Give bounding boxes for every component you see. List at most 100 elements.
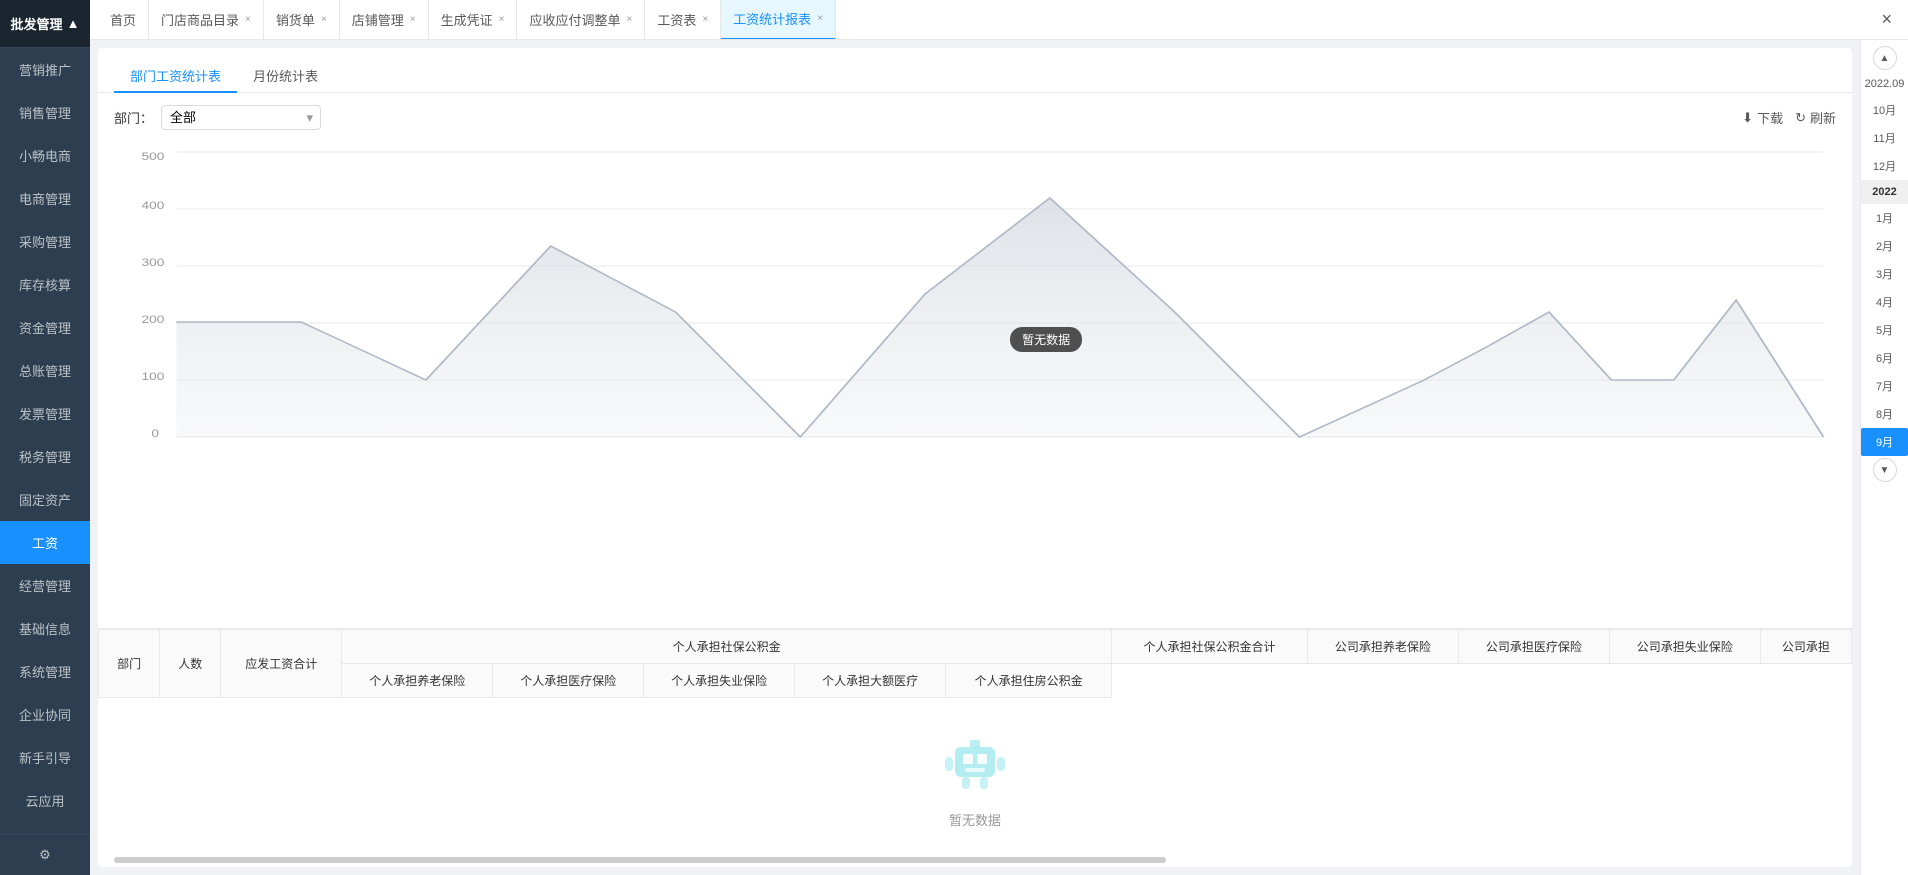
sidebar-item-系统管理[interactable]: 系统管理	[0, 650, 90, 693]
date-item-2022-09[interactable]: 2022.09	[1861, 72, 1908, 96]
col-group-personal: 个人承担社保公积金	[342, 630, 1112, 664]
no-data-section: 暂无数据	[98, 698, 1852, 853]
sidebar-item-资金管理[interactable]: 资金管理	[0, 306, 90, 349]
date-item-dec[interactable]: 12月	[1861, 152, 1908, 180]
date-nav-up[interactable]: ▲	[1873, 46, 1897, 70]
sub-tab-月份统计表[interactable]: 月份统计表	[237, 60, 334, 93]
stats-table: 部门 人数 应发工资合计 个人承担社保公积金 个人承担社保公积金合计 公司承担养…	[98, 629, 1852, 698]
svg-text:300: 300	[141, 256, 164, 268]
col-housing: 个人承担住房公积金	[946, 664, 1112, 698]
sidebar-item-云应用[interactable]: 云应用	[0, 779, 90, 822]
sidebar-item-采购管理[interactable]: 采购管理	[0, 220, 90, 263]
sidebar-item-工资[interactable]: 工资	[0, 521, 90, 564]
date-sidebar: ▲ 2022.09 10月 11月 12月 2022 1月 2月 3月 4月 5…	[1860, 40, 1908, 875]
dept-label: 部门：	[114, 108, 153, 127]
date-year-2022: 2022	[1861, 180, 1908, 204]
sidebar-item-新手引导[interactable]: 新手引导	[0, 736, 90, 779]
tab-工资表[interactable]: 工资表×	[645, 0, 721, 40]
col-company-other: 公司承担	[1760, 630, 1851, 664]
sidebar-item-小畅电商[interactable]: 小畅电商	[0, 134, 90, 177]
tab-bar: 首页门店商品目录×销货单×店铺管理×生成凭证×应收应付调整单×工资表×工资统计报…	[90, 0, 1908, 40]
download-label: 下载	[1757, 108, 1783, 127]
main-area: 首页门店商品目录×销货单×店铺管理×生成凭证×应收应付调整单×工资表×工资统计报…	[90, 0, 1908, 875]
sidebar-item-总账管理[interactable]: 总账管理	[0, 349, 90, 392]
content: 部门工资统计表月份统计表 部门： 全部 ⬇ 下载	[90, 40, 1908, 875]
close-all-tabs[interactable]: ×	[1873, 9, 1900, 30]
date-item-jun[interactable]: 6月	[1861, 344, 1908, 372]
toolbar-left: 部门： 全部	[114, 105, 321, 130]
sidebar-item-企业协同[interactable]: 企业协同	[0, 693, 90, 736]
date-item-apr[interactable]: 4月	[1861, 288, 1908, 316]
dept-select[interactable]: 全部	[161, 105, 321, 130]
sidebar-settings[interactable]: ⚙	[0, 834, 90, 875]
col-extra-medical: 个人承担大额医疗	[795, 664, 946, 698]
tab-销货单[interactable]: 销货单×	[264, 0, 340, 40]
tab-应收应付调整单[interactable]: 应收应付调整单×	[517, 0, 645, 40]
sub-tabs: 部门工资统计表月份统计表	[98, 48, 1852, 93]
sidebar-item-基础信息[interactable]: 基础信息	[0, 607, 90, 650]
col-medical: 个人承担医疗保险	[493, 664, 644, 698]
sidebar-item-经营管理[interactable]: 经营管理	[0, 564, 90, 607]
toolbar-right: ⬇ 下载 ↻ 刷新	[1742, 108, 1836, 127]
sidebar-item-销售管理[interactable]: 销售管理	[0, 91, 90, 134]
refresh-button[interactable]: ↻ 刷新	[1795, 108, 1836, 127]
date-item-mar[interactable]: 3月	[1861, 260, 1908, 288]
sidebar-item-固定资产[interactable]: 固定资产	[0, 478, 90, 521]
tab-close-icon[interactable]: ×	[321, 14, 327, 25]
refresh-label: 刷新	[1810, 108, 1836, 127]
chevron-up-icon: ▲	[67, 16, 80, 31]
date-item-nov[interactable]: 11月	[1861, 124, 1908, 152]
dept-select-wrapper: 全部	[161, 105, 321, 130]
date-nav-down[interactable]: ▼	[1873, 458, 1897, 482]
tab-close-icon[interactable]: ×	[626, 14, 632, 25]
sub-tab-部门工资统计表[interactable]: 部门工资统计表	[114, 60, 237, 93]
no-data-text: 暂无数据	[949, 810, 1001, 829]
tab-首页[interactable]: 首页	[98, 0, 149, 40]
sidebar-item-库存核算[interactable]: 库存核算	[0, 263, 90, 306]
sidebar-item-电商管理[interactable]: 电商管理	[0, 177, 90, 220]
col-company-unemp: 公司承担失业保险	[1609, 630, 1760, 664]
svg-text:100: 100	[141, 370, 164, 382]
page-content: 部门工资统计表月份统计表 部门： 全部 ⬇ 下载	[98, 48, 1852, 867]
close-icon: ×	[1881, 9, 1892, 30]
toolbar: 部门： 全部 ⬇ 下载 ↻ 刷新	[98, 93, 1852, 142]
tab-close-icon[interactable]: ×	[410, 14, 416, 25]
svg-text:0: 0	[151, 427, 159, 439]
tab-close-icon[interactable]: ×	[499, 14, 505, 25]
no-data-robot-icon	[935, 722, 1015, 802]
col-count: 人数	[160, 630, 221, 698]
svg-text:200: 200	[141, 313, 164, 325]
area-chart: 0 100 200 300 400 500	[114, 142, 1836, 442]
sidebar-header[interactable]: 批发管理 ▲	[0, 0, 90, 48]
date-item-oct[interactable]: 10月	[1861, 96, 1908, 124]
col-salary: 应发工资合计	[221, 630, 342, 698]
tab-生成凭证[interactable]: 生成凭证×	[429, 0, 518, 40]
date-item-jan[interactable]: 1月	[1861, 204, 1908, 232]
svg-text:500: 500	[141, 150, 164, 162]
col-company-medical: 公司承担医疗保险	[1458, 630, 1609, 664]
chart-area: 0 100 200 300 400 500	[98, 142, 1852, 628]
sidebar-item-税务管理[interactable]: 税务管理	[0, 435, 90, 478]
refresh-icon: ↻	[1795, 110, 1806, 126]
horizontal-scrollbar[interactable]	[114, 857, 1166, 863]
tab-店铺管理[interactable]: 店铺管理×	[340, 0, 429, 40]
tab-close-icon[interactable]: ×	[245, 14, 251, 25]
table-wrapper: 部门 人数 应发工资合计 个人承担社保公积金 个人承担社保公积金合计 公司承担养…	[98, 628, 1852, 867]
tab-close-icon[interactable]: ×	[702, 14, 708, 25]
gear-icon: ⚙	[39, 847, 51, 862]
svg-text:400: 400	[141, 199, 164, 211]
col-personal-total: 个人承担社保公积金合计	[1112, 630, 1308, 664]
date-item-may[interactable]: 5月	[1861, 316, 1908, 344]
date-item-feb[interactable]: 2月	[1861, 232, 1908, 260]
tab-close-icon[interactable]: ×	[817, 13, 823, 24]
sidebar-title: 批发管理	[11, 14, 63, 33]
col-pension: 个人承担养老保险	[342, 664, 493, 698]
date-item-jul[interactable]: 7月	[1861, 372, 1908, 400]
sidebar-item-发票管理[interactable]: 发票管理	[0, 392, 90, 435]
tab-工资统计报表[interactable]: 工资统计报表×	[721, 0, 836, 40]
download-button[interactable]: ⬇ 下载	[1742, 108, 1783, 127]
date-item-sep[interactable]: 9月	[1861, 428, 1908, 456]
date-item-aug[interactable]: 8月	[1861, 400, 1908, 428]
sidebar-item-营销推广[interactable]: 营销推广	[0, 48, 90, 91]
tab-门店商品目录[interactable]: 门店商品目录×	[149, 0, 264, 40]
